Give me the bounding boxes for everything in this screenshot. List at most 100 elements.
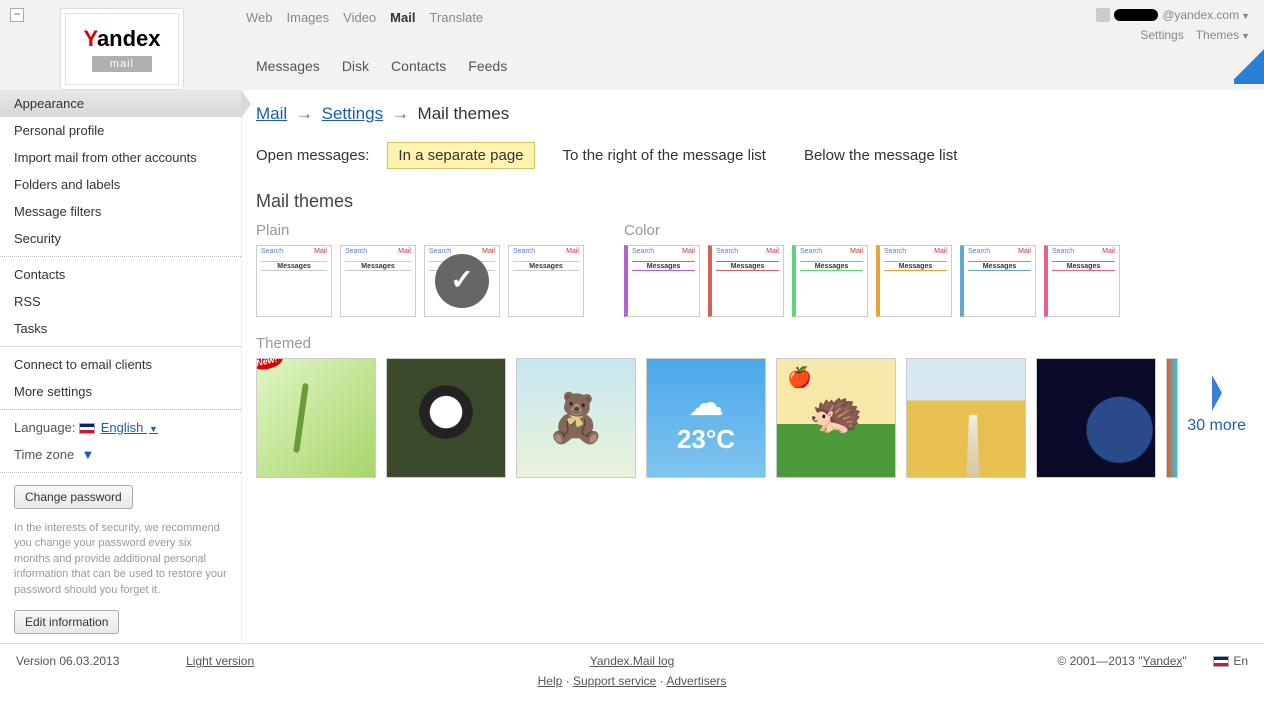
security-note: In the interests of security, we recomme… [0,517,241,602]
nav-images[interactable]: Images [287,10,330,25]
logo-mail-badge: mail [92,56,152,72]
sidebar-item-contacts[interactable]: Contacts [0,261,241,288]
themed-snowdrop[interactable]: New! [256,358,376,478]
weather-icon: ☁ [688,382,724,424]
color-theme-4[interactable]: SearchMailMessages [876,245,952,317]
section-mail-themes: Mail themes [256,191,1264,212]
group-themed: Themed New! ☁ 23°C 30 more [256,335,1264,478]
new-badge: New! [256,358,284,372]
open-messages-label: Open messages: [256,147,369,164]
plain-theme-3-selected[interactable]: SearchMail Messages [424,245,500,317]
main-area: Appearance Personal profile Import mail … [0,90,1264,643]
themed-teddy[interactable] [516,358,636,478]
user-area: @yandex.com▼ Settings Themes▼ [1096,8,1250,42]
arrow-icon: → [296,104,313,123]
label-color: Color [624,222,1120,239]
language-value[interactable]: English ▼ [101,420,158,435]
color-theme-2[interactable]: SearchMailMessages [708,245,784,317]
sidebar-item-filters[interactable]: Message filters [0,198,241,225]
subnav-contacts[interactable]: Contacts [391,58,446,74]
nav-mail[interactable]: Mail [390,10,415,25]
content: Mail → Settings → Mail themes Open messa… [242,90,1264,643]
footer-right: © 2001—2013 "Yandex" En [837,654,1248,668]
link-themes[interactable]: Themes▼ [1196,28,1250,42]
divider [0,256,241,257]
support-link[interactable]: Support service [573,674,656,688]
plain-theme-1[interactable]: SearchMail Messages [256,245,332,317]
color-theme-1[interactable]: SearchMailMessages [624,245,700,317]
nav-video[interactable]: Video [343,10,376,25]
help-link[interactable]: Help [538,674,563,688]
link-settings[interactable]: Settings [1140,28,1183,42]
divider [0,346,241,347]
sidebar-item-tasks[interactable]: Tasks [0,315,241,342]
language-label: Language: [14,420,75,435]
themed-hedgehog[interactable] [776,358,896,478]
username-redacted [1114,9,1158,21]
edit-information-button[interactable]: Edit information [14,610,119,634]
divider [0,409,241,410]
sidebar-item-import[interactable]: Import mail from other accounts [0,144,241,171]
light-version-link[interactable]: Light version [186,654,254,668]
corner-fold-icon[interactable] [1234,44,1264,84]
nav-web[interactable]: Web [246,10,273,25]
sidebar-item-folders[interactable]: Folders and labels [0,171,241,198]
subnav-feeds[interactable]: Feeds [468,58,507,74]
flag-icon [79,423,95,434]
user-domain[interactable]: @yandex.com▼ [1162,8,1250,22]
sidebar-item-security[interactable]: Security [0,225,241,252]
weather-temp: 23°C [677,424,735,455]
open-opt-separate[interactable]: In a separate page [387,142,534,169]
change-password-button[interactable]: Change password [14,485,133,509]
sidebar-item-rss[interactable]: RSS [0,288,241,315]
group-color: Color SearchMailMessagesSearchMailMessag… [624,222,1120,317]
open-opt-below[interactable]: Below the message list [794,143,967,168]
sidebar-item-clients[interactable]: Connect to email clients [0,351,241,378]
footer-lang[interactable]: En [1233,654,1248,668]
yandex-link[interactable]: Yandex [1143,654,1183,668]
themed-field[interactable] [906,358,1026,478]
top-bar: − Yandex mail Web Images Video Mail Tran… [0,0,1264,90]
more-themes-button[interactable]: 30 more [1187,375,1246,435]
subnav-disk[interactable]: Disk [342,58,369,74]
sidebar-item-appearance[interactable]: Appearance [0,90,241,117]
open-messages-row: Open messages: In a separate page To the… [256,142,1264,169]
divider [0,472,241,473]
logo-text: Yandex [83,26,160,52]
footer-left: Version 06.03.2013 Light version [16,654,427,668]
themed-panda[interactable] [386,358,506,478]
themed-planet[interactable] [1036,358,1156,478]
themed-weather[interactable]: ☁ 23°C [646,358,766,478]
subnav-messages[interactable]: Messages [256,58,320,74]
nav-translate[interactable]: Translate [429,10,483,25]
open-opt-right[interactable]: To the right of the message list [553,143,776,168]
label-plain: Plain [256,222,584,239]
plain-theme-2[interactable]: SearchMail Messages [340,245,416,317]
color-theme-3[interactable]: SearchMailMessages [792,245,868,317]
sidebar-item-more[interactable]: More settings [0,378,241,405]
flag-icon [1213,656,1229,667]
group-plain: Plain SearchMail Messages SearchMail Mes… [256,222,584,317]
crumb-settings[interactable]: Settings [322,104,383,123]
logo[interactable]: Yandex mail [60,8,184,90]
sidebar-language[interactable]: Language: English ▼ [0,414,241,441]
color-theme-6[interactable]: SearchMailMessages [1044,245,1120,317]
plain-theme-4[interactable]: SearchMail Messages [508,245,584,317]
label-themed: Themed [256,335,1264,352]
footer-center: Yandex.Mail log Help · Support service ·… [427,654,838,688]
color-theme-5[interactable]: SearchMailMessages [960,245,1036,317]
arrow-icon: → [392,104,409,123]
mail-log-link[interactable]: Yandex.Mail log [590,654,675,668]
sidebar-item-profile[interactable]: Personal profile [0,117,241,144]
sidebar-timezone[interactable]: Time zone ▼ [0,441,241,468]
arrow-right-icon [1212,375,1222,411]
footer: Version 06.03.2013 Light version Yandex.… [0,643,1264,698]
crumb-mail[interactable]: Mail [256,104,287,123]
themed-partial[interactable] [1166,358,1178,478]
top-nav: Web Images Video Mail Translate [246,10,483,25]
collapse-button[interactable]: − [10,8,24,22]
sub-nav: Messages Disk Contacts Feeds [256,58,507,74]
advertisers-link[interactable]: Advertisers [666,674,726,688]
sidebar: Appearance Personal profile Import mail … [0,90,242,643]
avatar-icon [1096,8,1110,22]
